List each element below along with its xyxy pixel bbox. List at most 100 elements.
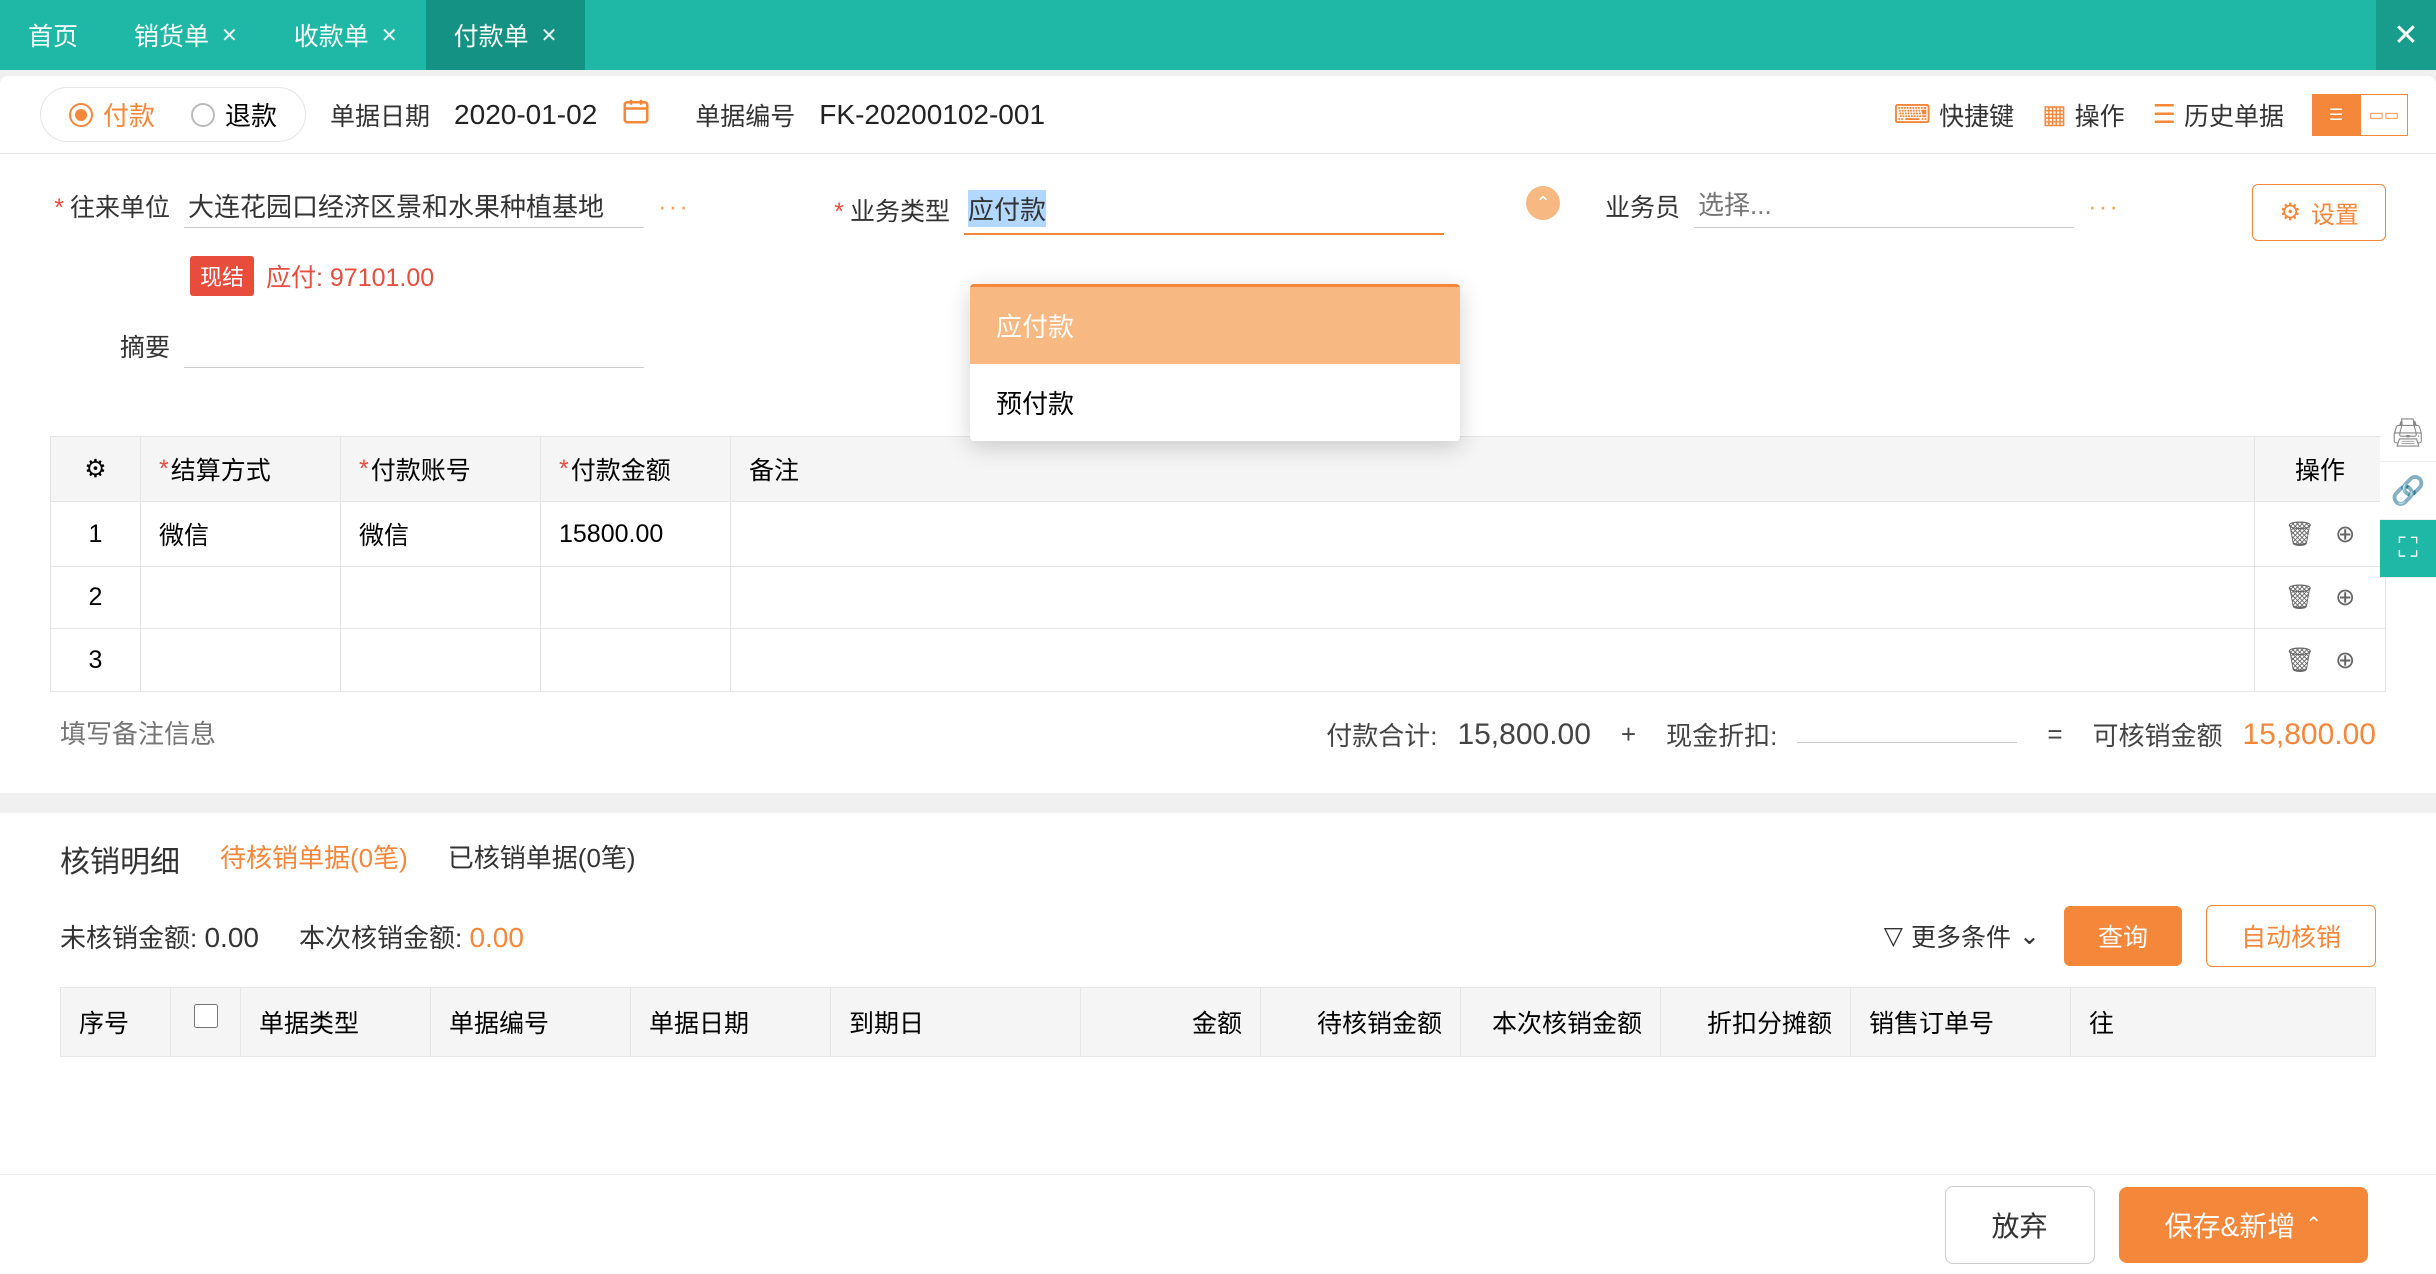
biztype-option-payable[interactable]: 应付款: [970, 287, 1460, 364]
col-type: 单据类型: [241, 988, 431, 1056]
radio-pay[interactable]: 付款: [69, 96, 155, 133]
cell-amount[interactable]: 15800.00: [541, 502, 731, 566]
salesman-input[interactable]: [1694, 184, 2074, 228]
more-conditions-button[interactable]: ▽ 更多条件 ⌄: [1884, 918, 2040, 954]
writable-label: 可核销金额: [2093, 716, 2223, 753]
close-icon[interactable]: ✕: [381, 23, 398, 48]
table-row: 2 🗑 ⊕: [51, 567, 2385, 629]
more-icon[interactable]: ···: [2088, 191, 2120, 222]
cell-settle[interactable]: [141, 629, 341, 691]
col-checkbox: [171, 988, 241, 1056]
tab-receipt[interactable]: 收款单✕: [266, 0, 426, 70]
gear-icon: ⚙: [2279, 198, 2301, 227]
company-input[interactable]: [184, 184, 644, 228]
cell-account[interactable]: 微信: [341, 502, 541, 566]
total-value: 15,800.00: [1457, 718, 1590, 752]
discount-label: 现金折扣:: [1666, 716, 1777, 753]
writeoff-title: 核销明细: [60, 837, 180, 881]
discard-button[interactable]: 放弃: [1945, 1186, 2095, 1264]
cell-remark[interactable]: [731, 502, 2255, 566]
add-icon[interactable]: ⊕: [2335, 583, 2355, 612]
view-list-icon[interactable]: ☰: [2312, 94, 2360, 136]
tab-payment[interactable]: 付款单✕: [426, 0, 586, 70]
biztype-dropdown: 应付款 预付款: [970, 284, 1460, 441]
save-and-new-button[interactable]: 保存&新增⌃: [2119, 1187, 2368, 1263]
view-grid-icon[interactable]: ▭▭: [2360, 94, 2408, 136]
col-due: 到期日: [831, 988, 1081, 1056]
writeoff-section: 核销明细 待核销单据(0笔) 已核销单据(0笔) 未核销金额: 0.00 本次核…: [0, 813, 2436, 1207]
note-input[interactable]: [60, 719, 420, 750]
close-icon[interactable]: ✕: [541, 23, 558, 48]
biztype-option-prepay[interactable]: 预付款: [970, 364, 1460, 441]
query-button[interactable]: 查询: [2064, 906, 2182, 966]
writeoff-tab-pending[interactable]: 待核销单据(0笔): [220, 838, 408, 881]
trash-icon[interactable]: 🗑: [2285, 583, 2315, 612]
summary-input[interactable]: [184, 324, 644, 368]
cell-remark[interactable]: [731, 567, 2255, 628]
col-pending: 待核销金额: [1261, 988, 1461, 1056]
col-remark: 备注: [731, 437, 2255, 501]
tab-sales[interactable]: 销货单✕: [106, 0, 266, 70]
col-disc: 折扣分摊额: [1661, 988, 1851, 1056]
calendar-icon[interactable]: [621, 96, 651, 134]
list-icon: ☰: [2153, 99, 2176, 130]
table-row: 1 微信 微信 15800.00 🗑 ⊕: [51, 502, 2385, 567]
col-date: 单据日期: [631, 988, 831, 1056]
col-settle: *结算方式: [141, 437, 341, 501]
discount-input[interactable]: [1797, 727, 2017, 743]
cell-amount[interactable]: [541, 567, 731, 628]
link-icon[interactable]: 🔗: [2380, 462, 2436, 520]
print-icon[interactable]: 🖨: [2380, 404, 2436, 462]
toolbar: 付款 退款 单据日期 2020-01-02 单据编号 FK-20200102-0…: [0, 76, 2436, 154]
chevron-up-icon[interactable]: ⌃: [1526, 186, 1560, 220]
cell-account[interactable]: [341, 629, 541, 691]
cell-amount[interactable]: [541, 629, 731, 691]
col-seq: 序号: [61, 988, 171, 1056]
cell-settle[interactable]: 微信: [141, 502, 341, 566]
setup-button[interactable]: ⚙设置: [2252, 184, 2386, 241]
total-label: 付款合计:: [1326, 716, 1437, 753]
tab-home[interactable]: 首页: [0, 0, 106, 70]
chevron-down-icon: ⌄: [2019, 921, 2040, 951]
cell-remark[interactable]: [731, 629, 2255, 691]
salesman-label: 业务员: [1580, 188, 1680, 224]
select-all-checkbox[interactable]: [194, 1004, 218, 1028]
more-icon[interactable]: ···: [658, 191, 690, 222]
trash-icon[interactable]: 🗑: [2285, 520, 2315, 549]
writable-value: 15,800.00: [2243, 718, 2376, 752]
table-row: 3 🗑 ⊕: [51, 629, 2385, 691]
col-amt: 金额: [1081, 988, 1261, 1056]
row-index: 1: [51, 502, 141, 566]
cell-settle[interactable]: [141, 567, 341, 628]
top-tab-bar: 首页 销货单✕ 收款单✕ 付款单✕ ✕: [0, 0, 2436, 70]
close-icon[interactable]: ✕: [221, 23, 238, 48]
payable-text: 应付: 97101.00: [266, 258, 434, 294]
gear-icon[interactable]: ⚙: [51, 437, 141, 501]
biztype-label: *业务类型: [830, 192, 950, 228]
row-index: 3: [51, 629, 141, 691]
trash-icon[interactable]: 🗑: [2285, 646, 2315, 675]
xianjie-badge: 现结: [190, 256, 254, 296]
row-index: 2: [51, 567, 141, 628]
cell-account[interactable]: [341, 567, 541, 628]
writeoff-tab-done[interactable]: 已核销单据(0笔): [448, 838, 636, 881]
history-button[interactable]: ☰历史单据: [2153, 97, 2284, 133]
expand-icon[interactable]: ⛶: [2380, 520, 2436, 578]
radio-refund[interactable]: 退款: [191, 96, 277, 133]
this-writeoff-value: 0.00: [469, 922, 524, 953]
add-icon[interactable]: ⊕: [2335, 520, 2355, 549]
writeoff-table: 序号 单据类型 单据编号 单据日期 到期日 金额 待核销金额 本次核销金额 折扣…: [60, 987, 2376, 1057]
add-icon[interactable]: ⊕: [2335, 646, 2355, 675]
shortcut-button[interactable]: ⌨快捷键: [1894, 97, 2015, 133]
date-value[interactable]: 2020-01-02: [454, 99, 597, 131]
ops-button[interactable]: ▦操作: [2042, 97, 2125, 133]
close-all-icon[interactable]: ✕: [2376, 0, 2436, 70]
date-label: 单据日期: [330, 97, 430, 133]
col-order: 销售订单号: [1851, 988, 2071, 1056]
billno-value: FK-20200102-001: [819, 99, 1045, 131]
auto-writeoff-button[interactable]: 自动核销: [2206, 905, 2376, 967]
biztype-input[interactable]: 应付款: [964, 184, 1444, 235]
company-label: *往来单位: [50, 188, 170, 224]
chevron-up-icon: ⌃: [2305, 1212, 2322, 1237]
footer: 放弃 保存&新增⌃: [0, 1174, 2436, 1274]
